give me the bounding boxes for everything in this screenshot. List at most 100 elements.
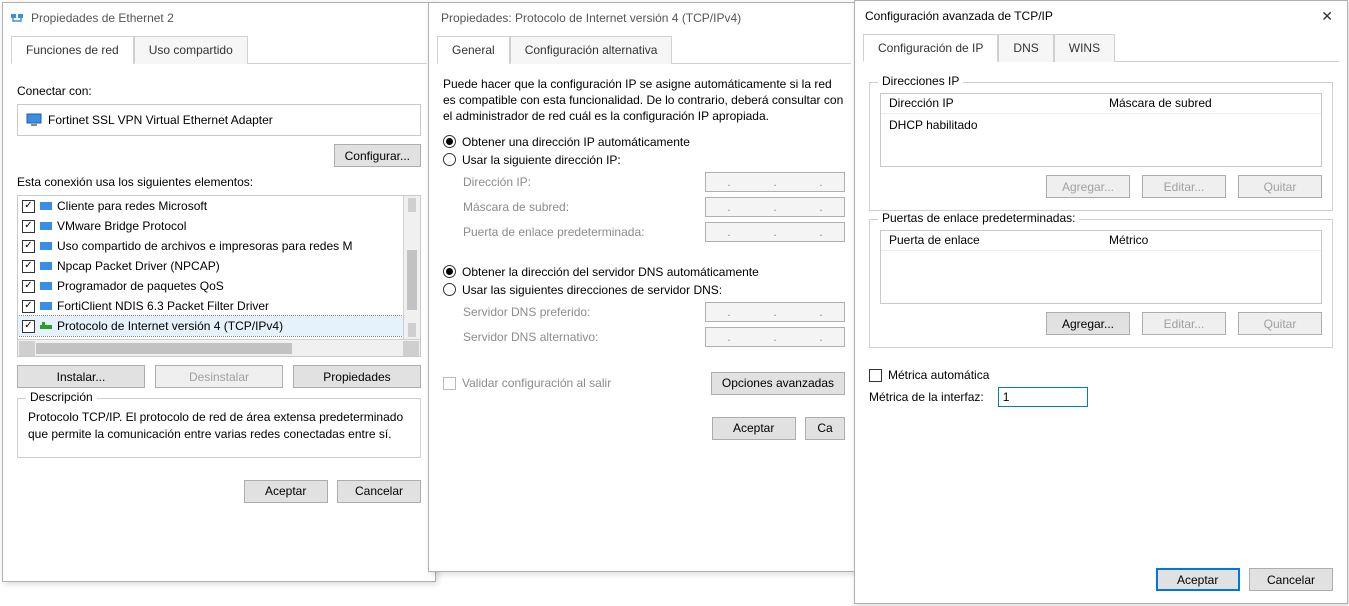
checkbox-icon[interactable]: ✓ xyxy=(22,220,35,233)
list-item-label: Npcap Packet Driver (NPCAP) xyxy=(57,259,220,273)
checkbox-icon[interactable]: ✓ xyxy=(22,260,35,273)
radio-auto-dns[interactable]: Obtener la dirección del servidor DNS au… xyxy=(443,265,845,279)
add-gateway-button[interactable]: Agregar... xyxy=(1046,312,1130,335)
checkbox-icon[interactable]: ✓ xyxy=(22,280,35,293)
list-item[interactable]: ✓ Uso compartido de archivos e impresora… xyxy=(18,236,403,256)
cancel-button[interactable]: Cancelar xyxy=(337,480,421,503)
vertical-scrollbar[interactable] xyxy=(403,196,420,339)
tab-dns[interactable]: DNS xyxy=(998,34,1053,62)
ethernet-title: Propiedades de Ethernet 2 xyxy=(31,11,429,25)
components-listbox[interactable]: ✓ Cliente para redes Microsoft ✓ VMware … xyxy=(17,195,421,357)
gateway-label: Puerta de enlace predeterminada: xyxy=(463,225,705,239)
component-icon xyxy=(39,239,53,253)
scroll-right-arrow-icon[interactable] xyxy=(403,341,419,356)
auto-metric-row[interactable]: Métrica automática xyxy=(869,368,1333,382)
gw-col-header: Puerta de enlace xyxy=(881,231,1101,250)
network-icon xyxy=(9,10,25,26)
ip-addresses-group: Direcciones IP Dirección IP Máscara de s… xyxy=(869,82,1333,211)
tab-network-functions[interactable]: Funciones de red xyxy=(11,36,134,64)
auto-metric-label: Métrica automática xyxy=(888,368,989,382)
list-item-label: Uso compartido de archivos e impresoras … xyxy=(57,239,352,253)
radio-manual-dns[interactable]: Usar las siguientes direcciones de servi… xyxy=(443,283,845,297)
ipv4-properties-dialog: Propiedades: Protocolo de Internet versi… xyxy=(428,2,860,572)
list-item[interactable]: ✓ Cliente para redes Microsoft xyxy=(18,196,403,216)
tab-wins[interactable]: WINS xyxy=(1054,34,1115,62)
tab-sharing[interactable]: Uso compartido xyxy=(134,36,248,64)
list-item-label: Cliente para redes Microsoft xyxy=(57,199,207,213)
horizontal-scrollbar[interactable] xyxy=(18,339,420,356)
ip-address-input: ... xyxy=(705,172,845,192)
ok-button[interactable]: Aceptar xyxy=(712,417,796,440)
list-item[interactable]: ✓ FortiClient NDIS 6.3 Packet Filter Dri… xyxy=(18,296,403,316)
tab-general[interactable]: General xyxy=(437,36,510,64)
connect-with-label: Conectar con: xyxy=(17,84,421,98)
checkbox-icon[interactable]: ✓ xyxy=(22,320,35,333)
checkbox-icon[interactable]: ✓ xyxy=(22,200,35,213)
install-button[interactable]: Instalar... xyxy=(17,365,145,388)
ipv4-titlebar: Propiedades: Protocolo de Internet versi… xyxy=(429,3,859,33)
ethernet-content: Conectar con: Fortinet SSL VPN Virtual E… xyxy=(3,64,435,470)
scroll-left-arrow-icon[interactable] xyxy=(19,341,35,356)
gateway-input: ... xyxy=(705,222,845,242)
ip-address-label: Dirección IP: xyxy=(463,175,705,189)
description-text: Protocolo TCP/IP. El protocolo de red de… xyxy=(28,409,410,443)
dns-preferred-label: Servidor DNS preferido: xyxy=(463,305,705,319)
ipv4-content: Puede hacer que la configuración IP se a… xyxy=(429,64,859,407)
interface-metric-input[interactable] xyxy=(998,387,1088,407)
radio-icon xyxy=(443,265,456,278)
ethernet-tabstrip: Funciones de red Uso compartido xyxy=(11,35,427,64)
component-icon xyxy=(39,299,53,313)
close-icon[interactable]: ✕ xyxy=(1313,6,1341,27)
component-icon xyxy=(39,219,53,233)
configure-button[interactable]: Configurar... xyxy=(334,144,421,167)
list-item[interactable]: ✓ Npcap Packet Driver (NPCAP) xyxy=(18,256,403,276)
uninstall-button: Desinstalar xyxy=(155,365,283,388)
ethernet-properties-dialog: Propiedades de Ethernet 2 Funciones de r… xyxy=(2,2,436,582)
radio-icon xyxy=(443,283,456,296)
radio-manual-ip[interactable]: Usar la siguiente dirección IP: xyxy=(443,153,845,167)
auto-metric-checkbox[interactable] xyxy=(869,369,882,382)
checkbox-icon[interactable]: ✓ xyxy=(22,300,35,313)
list-item[interactable]: ✓ Programador de paquetes QoS xyxy=(18,276,403,296)
ipv4-button-row: Aceptar Ca xyxy=(429,407,859,452)
validate-label: Validar configuración al salir xyxy=(462,376,611,390)
gateways-legend: Puertas de enlace predeterminadas: xyxy=(878,211,1079,225)
tab-alt-config[interactable]: Configuración alternativa xyxy=(510,36,673,64)
cancel-button[interactable]: Cancelar xyxy=(1249,568,1333,591)
edit-ip-button: Editar... xyxy=(1142,175,1226,198)
cancel-button[interactable]: Ca xyxy=(805,417,845,440)
ip-addresses-legend: Direcciones IP xyxy=(878,74,963,88)
gateways-group: Puertas de enlace predeterminadas: Puert… xyxy=(869,219,1333,348)
advanced-tabstrip: Configuración de IP DNS WINS xyxy=(863,33,1339,62)
ok-button[interactable]: Aceptar xyxy=(1156,568,1240,591)
ethernet-button-row: Aceptar Cancelar xyxy=(3,470,435,515)
list-item[interactable]: ✓ VMware Bridge Protocol xyxy=(18,216,403,236)
ok-button[interactable]: Aceptar xyxy=(244,480,328,503)
advanced-options-button[interactable]: Opciones avanzadas xyxy=(711,372,845,395)
gateways-table[interactable]: Puerta de enlace Métrico xyxy=(880,230,1322,304)
dns-preferred-input: ... xyxy=(705,302,845,322)
add-ip-button: Agregar... xyxy=(1046,175,1130,198)
monitor-icon xyxy=(26,113,42,127)
tab-ip-config[interactable]: Configuración de IP xyxy=(863,34,998,62)
ipv4-title: Propiedades: Protocolo de Internet versi… xyxy=(435,11,853,25)
validate-checkbox[interactable] xyxy=(443,377,456,390)
ipv4-tabstrip: General Configuración alternativa xyxy=(437,35,851,64)
ethernet-titlebar: Propiedades de Ethernet 2 xyxy=(3,3,435,33)
radio-icon xyxy=(443,153,456,166)
ip-col-header: Dirección IP xyxy=(881,94,1101,113)
checkbox-icon[interactable]: ✓ xyxy=(22,240,35,253)
advanced-button-row: Aceptar Cancelar xyxy=(855,558,1347,603)
advanced-tcpip-dialog: Configuración avanzada de TCP/IP ✕ Confi… xyxy=(854,0,1348,604)
ipv4-helptext: Puede hacer que la configuración IP se a… xyxy=(443,76,845,125)
radio-auto-ip[interactable]: Obtener una dirección IP automáticamente xyxy=(443,135,845,149)
edit-gateway-button: Editar... xyxy=(1142,312,1226,335)
list-item[interactable]: ✓ Protocolo de Internet versión 4 (TCP/I… xyxy=(18,316,403,336)
properties-button[interactable]: Propiedades xyxy=(293,365,421,388)
subnet-mask-label: Máscara de subred: xyxy=(463,200,705,214)
list-item-label: Programador de paquetes QoS xyxy=(57,279,224,293)
description-legend: Descripción xyxy=(26,390,97,404)
adapter-box: Fortinet SSL VPN Virtual Ethernet Adapte… xyxy=(17,104,421,136)
radio-auto-ip-label: Obtener una dirección IP automáticamente xyxy=(462,135,690,149)
ip-addresses-table[interactable]: Dirección IP Máscara de subred DHCP habi… xyxy=(880,93,1322,167)
